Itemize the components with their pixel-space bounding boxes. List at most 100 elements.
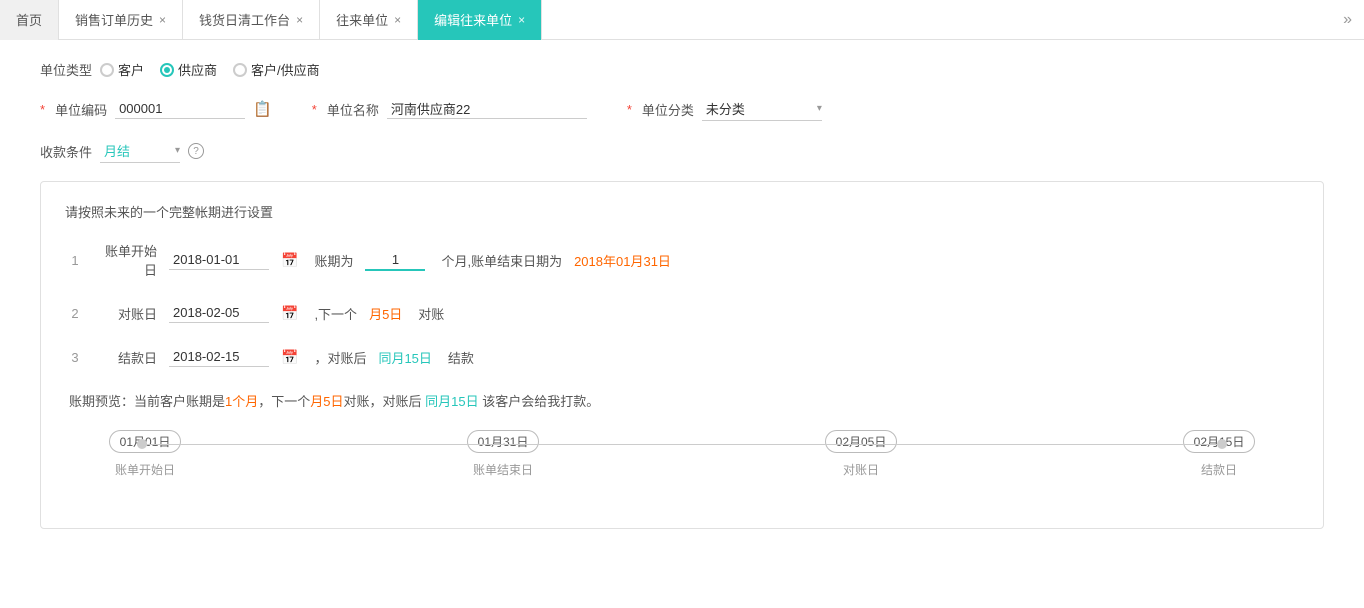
unit-category-select[interactable]: 未分类 ▾ <box>702 97 822 121</box>
radio-both[interactable]: 客户/供应商 <box>233 60 320 79</box>
row-num-1: 1 <box>65 253 85 268</box>
timeline-point-4: 02月15日 结款日 <box>1169 430 1269 478</box>
tab-partners[interactable]: 往来单位 × <box>320 0 418 40</box>
billing-start-calendar-icon[interactable]: 📅 <box>281 252 298 269</box>
unit-category-value: 未分类 <box>702 97 813 120</box>
radio-both-circle <box>233 63 247 77</box>
unit-code-star: * <box>40 102 45 117</box>
tab-partners-close[interactable]: × <box>394 13 401 27</box>
timeline-label-2: 账单结束日 <box>473 461 533 478</box>
preview-suffix: 该客户会给我打款。 <box>482 394 599 409</box>
payment-desc-before: ，对账后 <box>314 348 366 367</box>
radio-both-label: 客户/供应商 <box>251 60 320 79</box>
payment-label: 结款日 <box>97 348 157 367</box>
preview-p3: 同月15日 <box>425 394 478 409</box>
preview-text: 账期预览：当前客户账期是1个月，下一个月5日对账，对账后 同月15日 该客户会给… <box>65 391 1299 410</box>
timeline-line <box>145 444 1219 445</box>
preview-mid2: 对账，对账后 <box>344 394 422 409</box>
preview-p1: 1个月 <box>225 394 258 409</box>
tab-sales-history-close[interactable]: × <box>159 13 166 27</box>
timeline-start-dot <box>137 439 147 449</box>
tab-sales-history-label: 销售订单历史 <box>75 10 153 29</box>
tab-edit-partner-close[interactable]: × <box>518 13 525 27</box>
reconcile-day-highlight: 月5日 <box>369 304 402 323</box>
unit-code-group: * 单位编码 📋 <box>40 99 272 119</box>
timeline-point-1: 01月01日 账单开始日 <box>95 430 195 478</box>
payment-terms-help-icon[interactable]: ? <box>188 143 204 159</box>
unit-category-label: 单位分类 <box>642 100 694 119</box>
radio-supplier-circle <box>160 63 174 77</box>
tab-edit-partner[interactable]: 编辑往来单位 × <box>418 0 542 40</box>
unit-category-star: * <box>627 102 632 117</box>
unit-code-label: 单位编码 <box>55 100 107 119</box>
payment-terms-chevron-icon: ▾ <box>175 145 180 156</box>
tab-bar: 首页 销售订单历史 × 钱货日清工作台 × 往来单位 × 编辑往来单位 × » <box>0 0 1364 40</box>
payment-desc-after: 结款 <box>448 348 474 367</box>
unit-category-group: * 单位分类 未分类 ▾ <box>627 97 822 121</box>
payment-terms-label: 收款条件 <box>40 142 92 161</box>
tab-home-label: 首页 <box>16 10 42 29</box>
radio-customer-label: 客户 <box>118 60 144 79</box>
radio-group: 客户 供应商 客户/供应商 <box>100 60 320 79</box>
unit-category-chevron-icon: ▾ <box>817 103 822 114</box>
panel-title: 请按照未来的一个完整帐期进行设置 <box>65 202 1299 221</box>
radio-customer-circle <box>100 63 114 77</box>
unit-name-input[interactable] <box>387 99 587 119</box>
tab-sales-history[interactable]: 销售订单历史 × <box>59 0 183 40</box>
main-content: 单位类型 客户 供应商 客户/供应商 * 单位编码 <box>0 40 1364 608</box>
preview-mid1: ，下一个 <box>258 394 310 409</box>
billing-start-date[interactable] <box>169 250 269 270</box>
radio-supplier[interactable]: 供应商 <box>160 60 217 79</box>
reconcile-desc-after: 对账 <box>418 304 444 323</box>
copy-icon[interactable]: 📋 <box>253 100 272 118</box>
timeline-badge-3: 02月05日 <box>825 430 898 453</box>
billing-end-highlight: 2018年01月31日 <box>574 251 671 270</box>
row-num-3: 3 <box>65 350 85 365</box>
radio-supplier-label: 供应商 <box>178 60 217 79</box>
code-name-row: * 单位编码 📋 * 单位名称 * 单位分类 未分类 ▾ <box>40 97 1324 121</box>
tab-cashflow[interactable]: 钱货日清工作台 × <box>183 0 320 40</box>
timeline-label-4: 结款日 <box>1201 461 1237 478</box>
tab-home[interactable]: 首页 <box>0 0 59 40</box>
unit-name-label: 单位名称 <box>327 100 379 119</box>
reconcile-label: 对账日 <box>97 304 157 323</box>
reconcile-row: 2 对账日 📅 ,下一个月5日对账 <box>65 303 1299 323</box>
timeline-label-3: 对账日 <box>843 461 879 478</box>
billing-start-label: 账单开始日 <box>97 241 157 279</box>
payment-terms-value: 月结 <box>100 139 171 162</box>
timeline-badge-2: 01月31日 <box>467 430 540 453</box>
tab-cashflow-label: 钱货日清工作台 <box>199 10 290 29</box>
payment-terms-row: 收款条件 月结 ▾ ? <box>40 139 1324 163</box>
timeline-point-3: 02月05日 对账日 <box>811 430 911 478</box>
payment-day-highlight: 同月15日 <box>378 348 431 367</box>
unit-name-group: * 单位名称 <box>312 99 587 119</box>
settings-panel: 请按照未来的一个完整帐期进行设置 1 账单开始日 📅 账期为 个月,账单结束日期… <box>40 181 1324 529</box>
unit-type-label: 单位类型 <box>40 60 92 79</box>
unit-name-star: * <box>312 102 317 117</box>
tab-partners-label: 往来单位 <box>336 10 388 29</box>
reconcile-date[interactable] <box>169 303 269 323</box>
payment-calendar-icon[interactable]: 📅 <box>281 349 298 366</box>
tab-expand-icon[interactable]: » <box>1331 11 1364 29</box>
payment-row: 3 结款日 📅 ，对账后同月15日结款 <box>65 347 1299 367</box>
preview-prefix: 账期预览：当前客户账期是 <box>69 394 225 409</box>
period-prefix: 账期为 <box>314 251 353 270</box>
preview-p2: 月5日 <box>310 394 343 409</box>
reconcile-calendar-icon[interactable]: 📅 <box>281 305 298 322</box>
reconcile-desc-before: ,下一个 <box>314 304 357 323</box>
timeline-end-dot <box>1217 439 1227 449</box>
payment-terms-group: 收款条件 月结 ▾ ? <box>40 139 204 163</box>
period-suffix: 个月,账单结束日期为 <box>441 251 562 270</box>
unit-type-row: 单位类型 客户 供应商 客户/供应商 <box>40 60 1324 79</box>
tab-edit-partner-label: 编辑往来单位 <box>434 10 512 29</box>
timeline-point-2: 01月31日 账单结束日 <box>453 430 553 478</box>
tab-cashflow-close[interactable]: × <box>296 13 303 27</box>
radio-customer[interactable]: 客户 <box>100 60 144 79</box>
period-input[interactable] <box>365 250 425 271</box>
unit-type-group: 单位类型 客户 供应商 客户/供应商 <box>40 60 320 79</box>
row-num-2: 2 <box>65 306 85 321</box>
unit-code-input[interactable] <box>115 99 245 119</box>
billing-start-row: 1 账单开始日 📅 账期为 个月,账单结束日期为 2018年01月31日 <box>65 241 1299 279</box>
payment-terms-select[interactable]: 月结 ▾ <box>100 139 180 163</box>
payment-date[interactable] <box>169 347 269 367</box>
